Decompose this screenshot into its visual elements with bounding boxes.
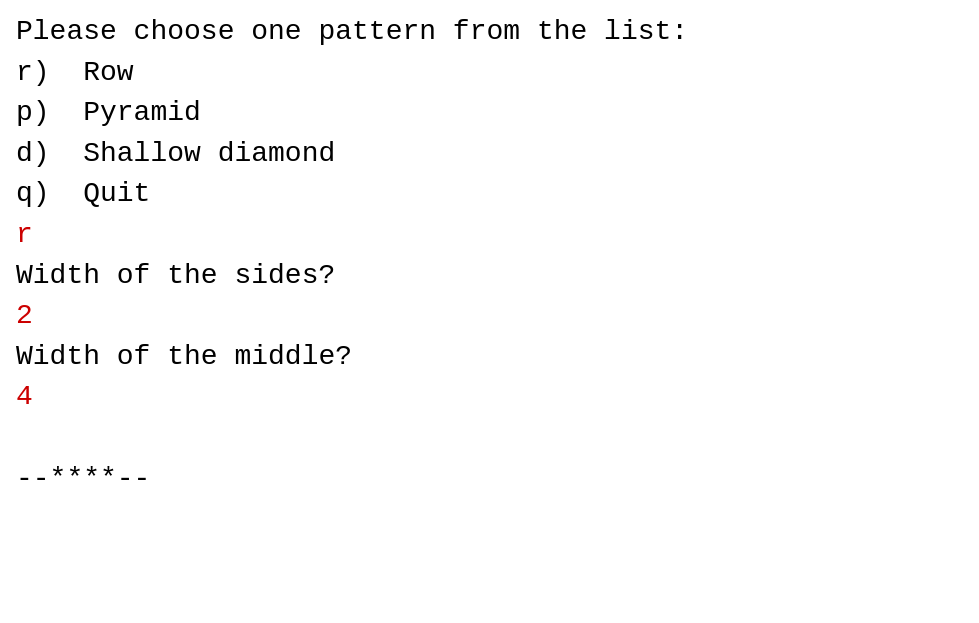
user-input-r: r [16,215,963,256]
user-input-2: 2 [16,296,963,337]
option-p-line: p) Pyramid [16,93,963,134]
option-q-line: q) Quit [16,174,963,215]
prompt-line: Please choose one pattern from the list: [16,12,963,53]
user-input-4: 4 [16,377,963,418]
terminal-output: Please choose one pattern from the list:… [16,12,963,499]
pattern-output: --****-- [16,459,963,500]
option-r-line: r) Row [16,53,963,94]
question-middle-line: Width of the middle? [16,337,963,378]
question-sides-line: Width of the sides? [16,256,963,297]
blank-line [16,418,963,459]
option-d-line: d) Shallow diamond [16,134,963,175]
